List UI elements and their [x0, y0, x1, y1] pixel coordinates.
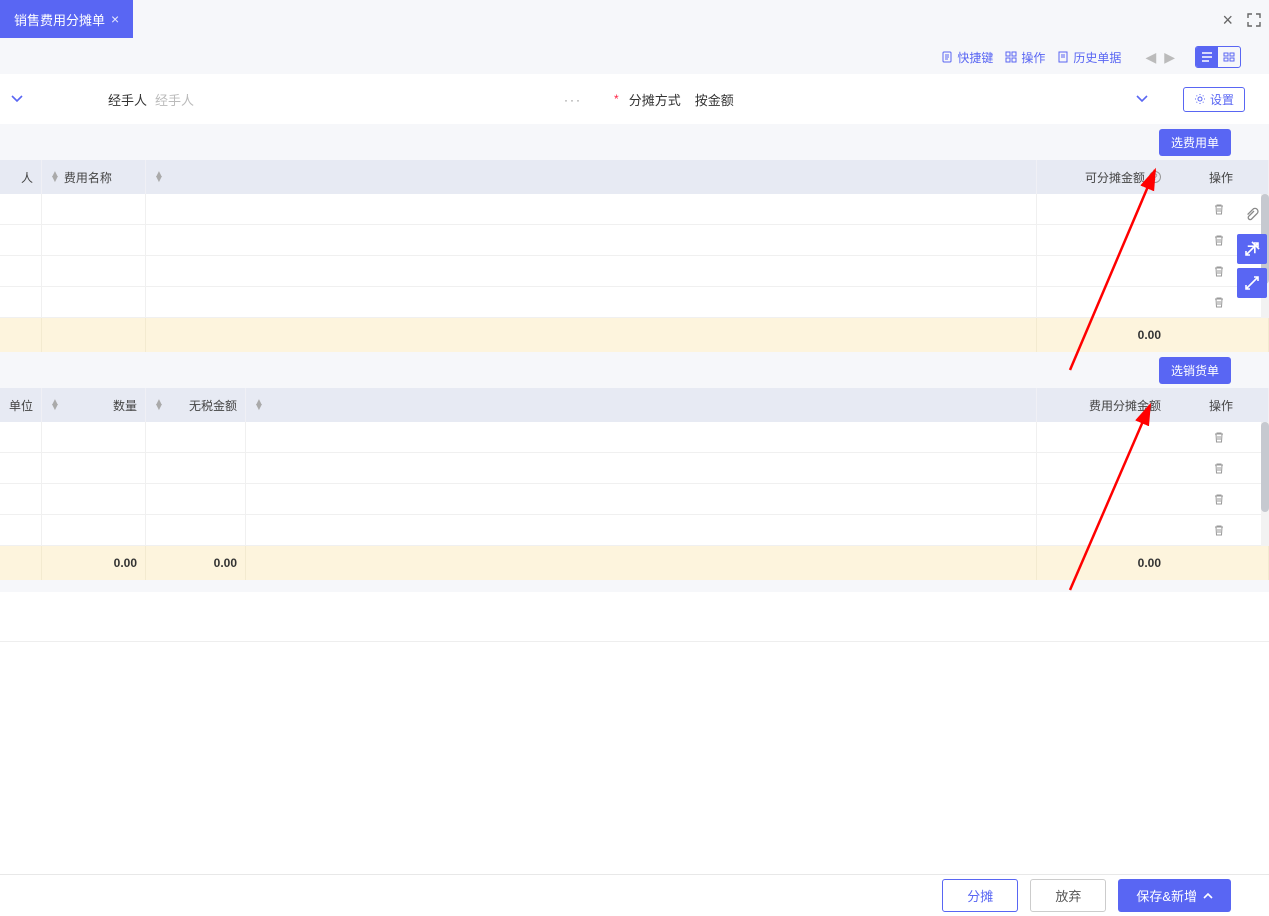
save-new-button[interactable]: 保存&新增 — [1118, 879, 1231, 912]
col-operate: 操作 — [1169, 160, 1269, 194]
table-row — [0, 287, 1269, 318]
trash-icon[interactable] — [1213, 203, 1225, 216]
sort-icon[interactable]: ▲▼ — [154, 400, 164, 410]
field-method[interactable]: * 分摊方式 按金额 — [614, 90, 734, 109]
col-blank2[interactable]: ▲▼ — [246, 388, 1037, 422]
expand-down-icon[interactable] — [1237, 268, 1267, 298]
sum-notax: 0.00 — [214, 556, 237, 570]
nav-prev-icon[interactable]: ◀ — [1143, 49, 1158, 66]
chevron-down-icon[interactable] — [4, 94, 30, 104]
nav-next-icon[interactable]: ▶ — [1162, 49, 1177, 66]
scroll-thumb[interactable] — [1261, 422, 1269, 512]
allocate-button[interactable]: 分摊 — [942, 879, 1018, 912]
col-person-fragment: 人 — [0, 160, 42, 194]
attachment-icon[interactable] — [1237, 200, 1267, 230]
trash-icon[interactable] — [1213, 234, 1225, 247]
method-label: 分摊方式 — [629, 90, 681, 109]
table-row — [0, 194, 1269, 225]
gear-icon — [1194, 93, 1206, 105]
table-row — [0, 453, 1269, 484]
table-row — [0, 515, 1269, 546]
scrollbar2[interactable] — [1261, 422, 1269, 546]
handler-placeholder: 经手人 — [155, 90, 194, 109]
table2-sum-row: 0.00 0.00 0.00 — [0, 546, 1269, 580]
tab-close-icon[interactable]: × — [111, 11, 119, 27]
col-blank[interactable]: ▲▼ — [146, 160, 1037, 194]
tabs-bar: 销售费用分摊单 × × — [0, 0, 1269, 40]
fullscreen-icon[interactable] — [1247, 13, 1261, 27]
col-allocatable-amount[interactable]: 可分摊金额? — [1037, 160, 1169, 194]
col-unit-fragment: 单位 — [0, 388, 42, 422]
view-list-icon[interactable] — [1196, 47, 1218, 67]
toolbar-operate[interactable]: 操作 — [1001, 47, 1049, 68]
toolbar-history[interactable]: 历史单据 — [1053, 47, 1125, 68]
history-icon — [1057, 51, 1069, 63]
section1-bar: 选费用单 — [0, 124, 1269, 160]
method-value: 按金额 — [695, 90, 734, 109]
info-icon[interactable]: ? — [1149, 171, 1161, 183]
chevron-up-icon — [1203, 892, 1213, 900]
view-toggle — [1195, 46, 1241, 68]
sort-icon[interactable]: ▲▼ — [50, 400, 60, 410]
sales-table: 单位 ▲▼数量 ▲▼无税金额 ▲▼ 费用分摊金额 操作 0.00 0.00 0.… — [0, 388, 1269, 580]
table-row — [0, 225, 1269, 256]
sort-icon[interactable]: ▲▼ — [50, 172, 60, 182]
discard-button[interactable]: 放弃 — [1030, 879, 1106, 912]
blank-section — [0, 592, 1269, 642]
form-row: 经手人 经手人 ··· * 分摊方式 按金额 设置 — [0, 74, 1269, 124]
expand-up-icon[interactable] — [1237, 234, 1267, 264]
select-expense-button[interactable]: 选费用单 — [1159, 129, 1231, 156]
sort-icon[interactable]: ▲▼ — [154, 172, 164, 182]
col-notax[interactable]: ▲▼无税金额 — [146, 388, 246, 422]
expense-table: 人 ▲▼费用名称 ▲▼ 可分摊金额? 操作 0.00 — [0, 160, 1269, 352]
clipboard-icon — [941, 51, 953, 63]
required-mark: * — [614, 92, 619, 106]
table1-header: 人 ▲▼费用名称 ▲▼ 可分摊金额? 操作 — [0, 160, 1269, 194]
table-row — [0, 422, 1269, 453]
trash-icon[interactable] — [1213, 431, 1225, 444]
handler-label: 经手人 — [108, 90, 147, 109]
section2-bar: 选销货单 — [0, 352, 1269, 388]
col-qty[interactable]: ▲▼数量 — [42, 388, 146, 422]
table2-header: 单位 ▲▼数量 ▲▼无税金额 ▲▼ 费用分摊金额 操作 — [0, 388, 1269, 422]
footer: 分摊 放弃 保存&新增 — [0, 874, 1269, 916]
field-handler[interactable]: 经手人 经手人 — [108, 90, 194, 109]
divider — [0, 580, 1269, 592]
trash-icon[interactable] — [1213, 462, 1225, 475]
sort-icon[interactable]: ▲▼ — [254, 400, 264, 410]
trash-icon[interactable] — [1213, 493, 1225, 506]
table-row — [0, 256, 1269, 287]
tab-active[interactable]: 销售费用分摊单 × — [0, 0, 133, 38]
settings-button[interactable]: 设置 — [1183, 87, 1245, 112]
more-icon[interactable]: ··· — [564, 93, 582, 107]
grid-icon — [1005, 51, 1017, 63]
sum-fee: 0.00 — [1138, 556, 1161, 570]
select-sales-button[interactable]: 选销货单 — [1159, 357, 1231, 384]
trash-icon[interactable] — [1213, 265, 1225, 278]
sum-amount: 0.00 — [1138, 328, 1161, 342]
col-expense-name[interactable]: ▲▼费用名称 — [42, 160, 146, 194]
trash-icon[interactable] — [1213, 296, 1225, 309]
toolbar-shortcut[interactable]: 快捷键 — [937, 47, 997, 68]
method-chevron-down-icon[interactable] — [1129, 94, 1155, 104]
view-card-icon[interactable] — [1218, 47, 1240, 67]
sum-qty: 0.00 — [114, 556, 137, 570]
trash-icon[interactable] — [1213, 524, 1225, 537]
toolbar: 快捷键 操作 历史单据 ◀ ▶ — [0, 40, 1269, 74]
col-operate2: 操作 — [1169, 388, 1269, 422]
col-fee-allocate[interactable]: 费用分摊金额 — [1037, 388, 1169, 422]
tab-title: 销售费用分摊单 — [14, 10, 105, 29]
table-row — [0, 484, 1269, 515]
right-rail — [1235, 200, 1269, 298]
close-icon[interactable]: × — [1222, 10, 1233, 31]
table1-sum-row: 0.00 — [0, 318, 1269, 352]
